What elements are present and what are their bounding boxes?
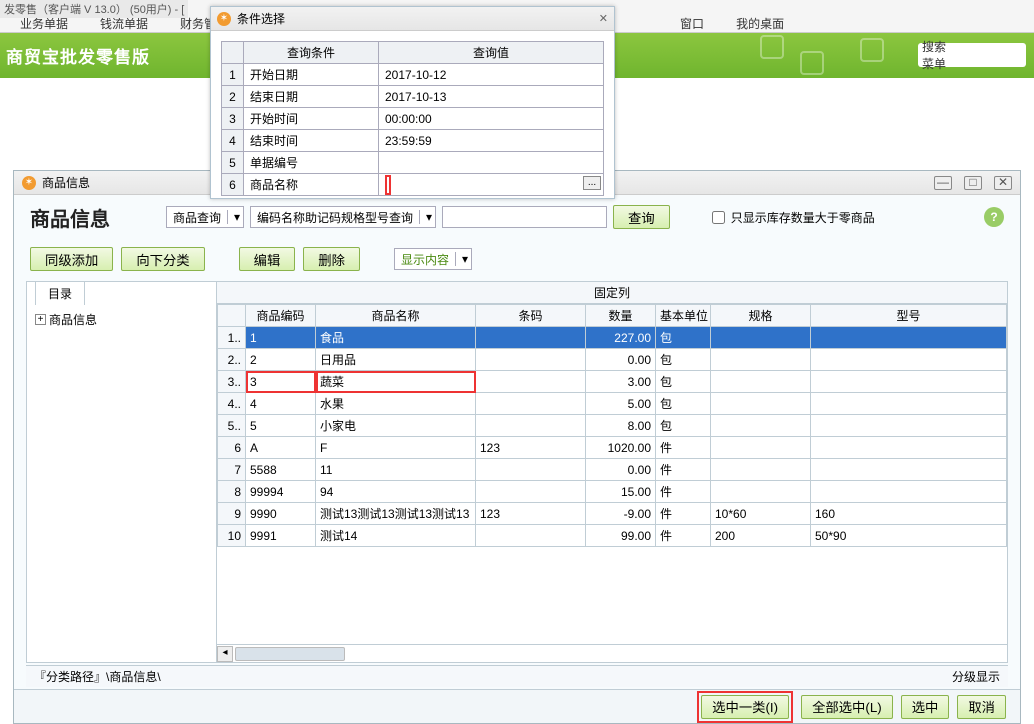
- scroll-left-icon[interactable]: ◂: [217, 646, 233, 662]
- menu-search-input[interactable]: [958, 48, 1026, 62]
- table-row[interactable]: 4..4水果5.00包: [218, 393, 1007, 415]
- maximize-button[interactable]: □: [964, 176, 982, 190]
- table-row[interactable]: 2..2日用品0.00包: [218, 349, 1007, 371]
- select-category-highlight: 选中一类(I): [697, 691, 793, 723]
- condition-dialog-titlebar[interactable]: ✶ 条件选择 ✕: [211, 7, 614, 31]
- category-tree: + 商品信息: [27, 305, 216, 334]
- ellipsis-button[interactable]: ...: [583, 176, 601, 190]
- tree-root-label: 商品信息: [49, 311, 97, 328]
- level-display-label[interactable]: 分级显示: [952, 668, 1000, 685]
- select-button[interactable]: 选中: [901, 695, 950, 719]
- add-sub-level-button[interactable]: 向下分类: [121, 247, 204, 271]
- table-row[interactable]: 109991测试1499.00件20050*90: [218, 525, 1007, 547]
- product-info-title: 商品信息: [42, 174, 90, 191]
- action-bar: 同级添加 向下分类 编辑 删除 显示内容▾: [14, 239, 1020, 279]
- add-same-level-button[interactable]: 同级添加: [30, 247, 113, 271]
- menu-item[interactable]: 我的桌面: [720, 15, 800, 32]
- table-row[interactable]: 6AF1231020.00件: [218, 437, 1007, 459]
- expand-icon[interactable]: +: [35, 314, 46, 325]
- menu-item[interactable]: 窗口: [664, 15, 720, 32]
- cancel-button[interactable]: 取消: [957, 695, 1006, 719]
- tab-directory[interactable]: 目录: [35, 281, 85, 305]
- close-button[interactable]: ✕: [994, 176, 1012, 190]
- path-text: 『分类路径』\商品信息\: [34, 668, 161, 685]
- condition-header: 查询条件: [244, 42, 379, 64]
- content-area: 目录 + 商品信息 固定列 商品编码商品名称条码数量基本单位规格型号 1.: [26, 281, 1008, 663]
- ellipsis-highlight: ...: [385, 175, 391, 195]
- chevron-down-icon[interactable]: ▾: [419, 210, 435, 224]
- table-row[interactable]: 8999949415.00件: [218, 481, 1007, 503]
- category-sidebar: 目录 + 商品信息: [27, 282, 217, 662]
- query-type-combo[interactable]: 商品查询▾: [166, 206, 244, 228]
- window-icon: ✶: [22, 176, 36, 190]
- condition-table: 查询条件 查询值 1开始日期2017-10-12 2结束日期2017-10-13…: [221, 41, 604, 196]
- table-row[interactable]: 1..1食品227.00包: [218, 327, 1007, 349]
- app-title-stub: 发零售（客户端 V 13.0） (50用户) - [: [0, 0, 188, 18]
- delete-button[interactable]: 删除: [303, 247, 360, 271]
- edit-button[interactable]: 编辑: [239, 247, 296, 271]
- query-input[interactable]: [442, 206, 607, 228]
- menu-search[interactable]: 搜索菜单: [918, 43, 1026, 67]
- fixed-columns-header: 固定列: [217, 282, 1007, 304]
- search-label: 搜索菜单: [918, 38, 958, 72]
- nonzero-label: 只显示库存数量大于零商品: [731, 209, 875, 226]
- dialog-icon: ✶: [217, 12, 231, 26]
- product-info-window: ✶ 商品信息 — □ ✕ 商品信息 商品查询▾ 编码名称助记码规格型号查询▾ 查…: [13, 170, 1021, 724]
- grid-scrollbar[interactable]: ◂: [217, 644, 1007, 662]
- display-content-combo[interactable]: 显示内容▾: [394, 248, 472, 270]
- table-row[interactable]: 99990测试13测试13测试13测试13123-9.00件10*60160: [218, 503, 1007, 525]
- condition-dialog: ✶ 条件选择 ✕ 查询条件 查询值 1开始日期2017-10-12 2结束日期2…: [210, 6, 615, 199]
- nonzero-checkbox[interactable]: [712, 211, 725, 224]
- path-bar: 『分类路径』\商品信息\ 分级显示: [26, 665, 1008, 687]
- search-bar: 商品信息 商品查询▾ 编码名称助记码规格型号查询▾ 查询 只显示库存数量大于零商…: [14, 195, 1020, 239]
- scroll-thumb[interactable]: [235, 647, 345, 661]
- chevron-down-icon[interactable]: ▾: [455, 252, 471, 266]
- tree-root-node[interactable]: + 商品信息: [35, 311, 208, 328]
- help-icon[interactable]: ?: [984, 207, 1004, 227]
- query-field-combo[interactable]: 编码名称助记码规格型号查询▾: [250, 206, 436, 228]
- product-grid-wrap: 固定列 商品编码商品名称条码数量基本单位规格型号 1..1食品227.00包 2…: [217, 282, 1007, 662]
- chevron-down-icon[interactable]: ▾: [227, 210, 243, 224]
- select-all-button[interactable]: 全部选中(L): [801, 695, 893, 719]
- grid-header-row: 商品编码商品名称条码数量基本单位规格型号: [218, 305, 1007, 327]
- table-row[interactable]: 75588110.00件: [218, 459, 1007, 481]
- condition-dialog-title: 条件选择: [237, 10, 285, 27]
- product-grid[interactable]: 商品编码商品名称条码数量基本单位规格型号 1..1食品227.00包 2..2日…: [217, 304, 1007, 547]
- query-button[interactable]: 查询: [613, 205, 670, 229]
- close-icon[interactable]: ✕: [599, 12, 608, 25]
- brand-text: 商贸宝批发零售版: [6, 43, 150, 68]
- table-row[interactable]: 3..3蔬菜3.00包: [218, 371, 1007, 393]
- page-title: 商品信息: [30, 203, 110, 232]
- value-header: 查询值: [379, 42, 604, 64]
- select-category-button[interactable]: 选中一类(I): [701, 695, 789, 719]
- table-row[interactable]: 5..5小家电8.00包: [218, 415, 1007, 437]
- bottom-action-bar: 选中一类(I) 全部选中(L) 选中 取消: [14, 689, 1020, 723]
- minimize-button[interactable]: —: [934, 176, 952, 190]
